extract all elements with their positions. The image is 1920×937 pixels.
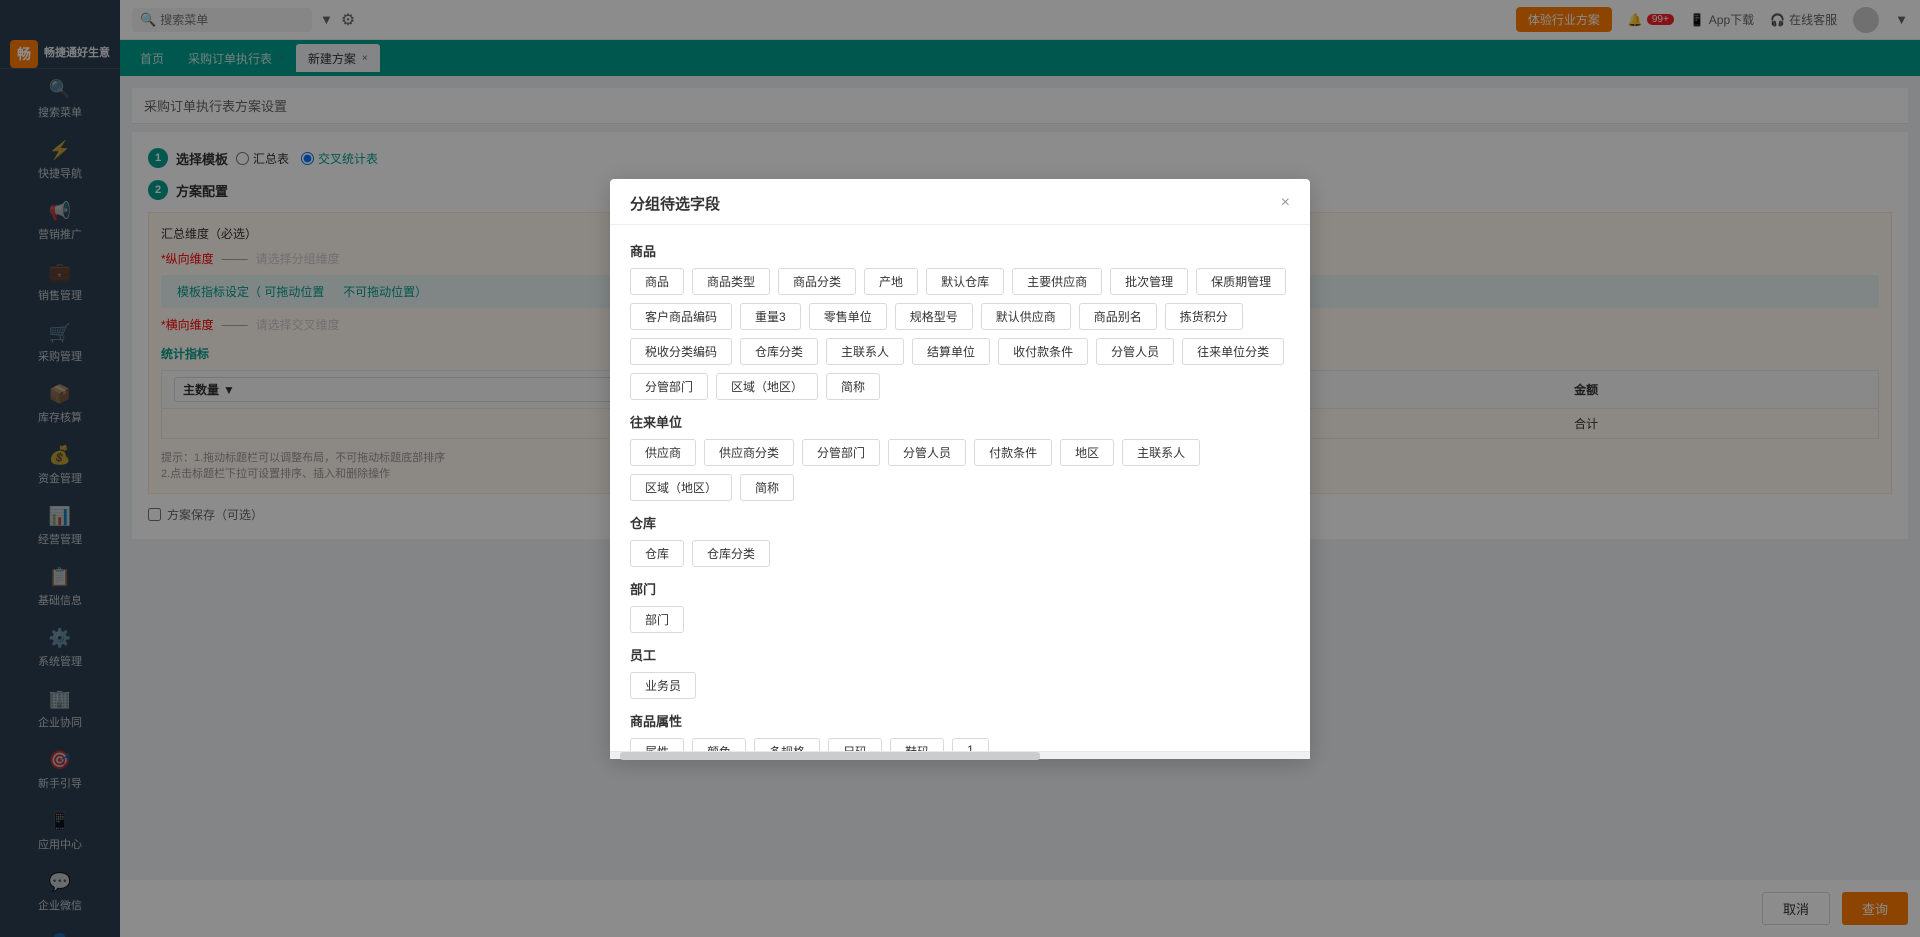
field-tag[interactable]: 区域（地区） bbox=[716, 373, 818, 400]
field-tag[interactable]: 仓库分类 bbox=[740, 338, 818, 365]
field-tag[interactable]: 地区 bbox=[1060, 439, 1114, 466]
field-tag[interactable]: 主要供应商 bbox=[1012, 268, 1102, 295]
modal-header: 分组待选字段 × bbox=[610, 179, 1310, 225]
modal-body: 商品 商品 商品类型 商品分类 产地 默认仓库 主要供应商 批次管理 保质期管理… bbox=[610, 225, 1310, 752]
field-tags-product: 商品 商品类型 商品分类 产地 默认仓库 主要供应商 批次管理 保质期管理 客户… bbox=[630, 268, 1290, 400]
field-tag[interactable]: 1 bbox=[952, 738, 989, 752]
field-tag[interactable]: 付款条件 bbox=[974, 439, 1052, 466]
field-tag[interactable]: 商品 bbox=[630, 268, 684, 295]
field-tag[interactable]: 简称 bbox=[740, 474, 794, 501]
field-tag[interactable]: 供应商 bbox=[630, 439, 696, 466]
section-title-department: 部门 bbox=[630, 579, 1290, 598]
modal-overlay[interactable]: 分组待选字段 × 商品 商品 商品类型 商品分类 产地 默认仓库 主要供应商 批… bbox=[0, 0, 1920, 937]
field-tags-warehouse: 仓库 仓库分类 bbox=[630, 540, 1290, 567]
field-tag[interactable]: 尺码 bbox=[828, 738, 882, 752]
field-tag[interactable]: 客户商品编码 bbox=[630, 303, 732, 330]
section-title-warehouse: 仓库 bbox=[630, 513, 1290, 532]
field-tag[interactable]: 商品分类 bbox=[778, 268, 856, 295]
field-tag[interactable]: 往来单位分类 bbox=[1182, 338, 1284, 365]
field-tag[interactable]: 零售单位 bbox=[809, 303, 887, 330]
modal-title: 分组待选字段 bbox=[630, 193, 720, 214]
field-tag[interactable]: 拣货积分 bbox=[1165, 303, 1243, 330]
field-tag[interactable]: 多规格 bbox=[754, 738, 820, 752]
field-tag[interactable]: 分管部门 bbox=[802, 439, 880, 466]
modal-close-icon[interactable]: × bbox=[1281, 194, 1290, 212]
field-tag[interactable]: 鞋码 bbox=[890, 738, 944, 752]
field-tag[interactable]: 默认供应商 bbox=[981, 303, 1071, 330]
modal-hscroll-thumb bbox=[620, 752, 1040, 760]
field-tags-department: 部门 bbox=[630, 606, 1290, 633]
field-tag[interactable]: 分管人员 bbox=[1096, 338, 1174, 365]
field-tag[interactable]: 商品别名 bbox=[1079, 303, 1157, 330]
field-tag[interactable]: 仓库 bbox=[630, 540, 684, 567]
field-tag[interactable]: 主联系人 bbox=[826, 338, 904, 365]
section-title-employee: 员工 bbox=[630, 645, 1290, 664]
field-tag[interactable]: 分管部门 bbox=[630, 373, 708, 400]
field-tags-employee: 业务员 bbox=[630, 672, 1290, 699]
field-tag[interactable]: 区域（地区） bbox=[630, 474, 732, 501]
field-tag[interactable]: 供应商分类 bbox=[704, 439, 794, 466]
field-tag[interactable]: 结算单位 bbox=[912, 338, 990, 365]
modal: 分组待选字段 × 商品 商品 商品类型 商品分类 产地 默认仓库 主要供应商 批… bbox=[610, 179, 1310, 759]
field-tag[interactable]: 部门 bbox=[630, 606, 684, 633]
field-tag[interactable]: 保质期管理 bbox=[1196, 268, 1286, 295]
field-tag[interactable]: 简称 bbox=[826, 373, 880, 400]
modal-horizontal-scrollbar[interactable] bbox=[610, 751, 1310, 758]
field-tag[interactable]: 仓库分类 bbox=[692, 540, 770, 567]
section-title-product-attr: 商品属性 bbox=[630, 711, 1290, 730]
field-tag[interactable]: 颜色 bbox=[692, 738, 746, 752]
field-tag[interactable]: 商品类型 bbox=[692, 268, 770, 295]
section-title-product: 商品 bbox=[630, 241, 1290, 260]
field-tag[interactable]: 主联系人 bbox=[1122, 439, 1200, 466]
field-tag[interactable]: 规格型号 bbox=[895, 303, 973, 330]
field-tags-product-attr: 属性 颜色 多规格 尺码 鞋码 1 bbox=[630, 738, 1290, 752]
field-tag[interactable]: 默认仓库 bbox=[926, 268, 1004, 295]
field-tag[interactable]: 产地 bbox=[864, 268, 918, 295]
field-tag[interactable]: 业务员 bbox=[630, 672, 696, 699]
field-tags-partner: 供应商 供应商分类 分管部门 分管人员 付款条件 地区 主联系人 区域（地区） … bbox=[630, 439, 1290, 501]
field-tag[interactable]: 分管人员 bbox=[888, 439, 966, 466]
field-tag[interactable]: 重量3 bbox=[740, 303, 801, 330]
field-tag[interactable]: 属性 bbox=[630, 738, 684, 752]
field-tag[interactable]: 收付款条件 bbox=[998, 338, 1088, 365]
field-tag[interactable]: 税收分类编码 bbox=[630, 338, 732, 365]
field-tag[interactable]: 批次管理 bbox=[1110, 268, 1188, 295]
section-title-partner: 往来单位 bbox=[630, 412, 1290, 431]
